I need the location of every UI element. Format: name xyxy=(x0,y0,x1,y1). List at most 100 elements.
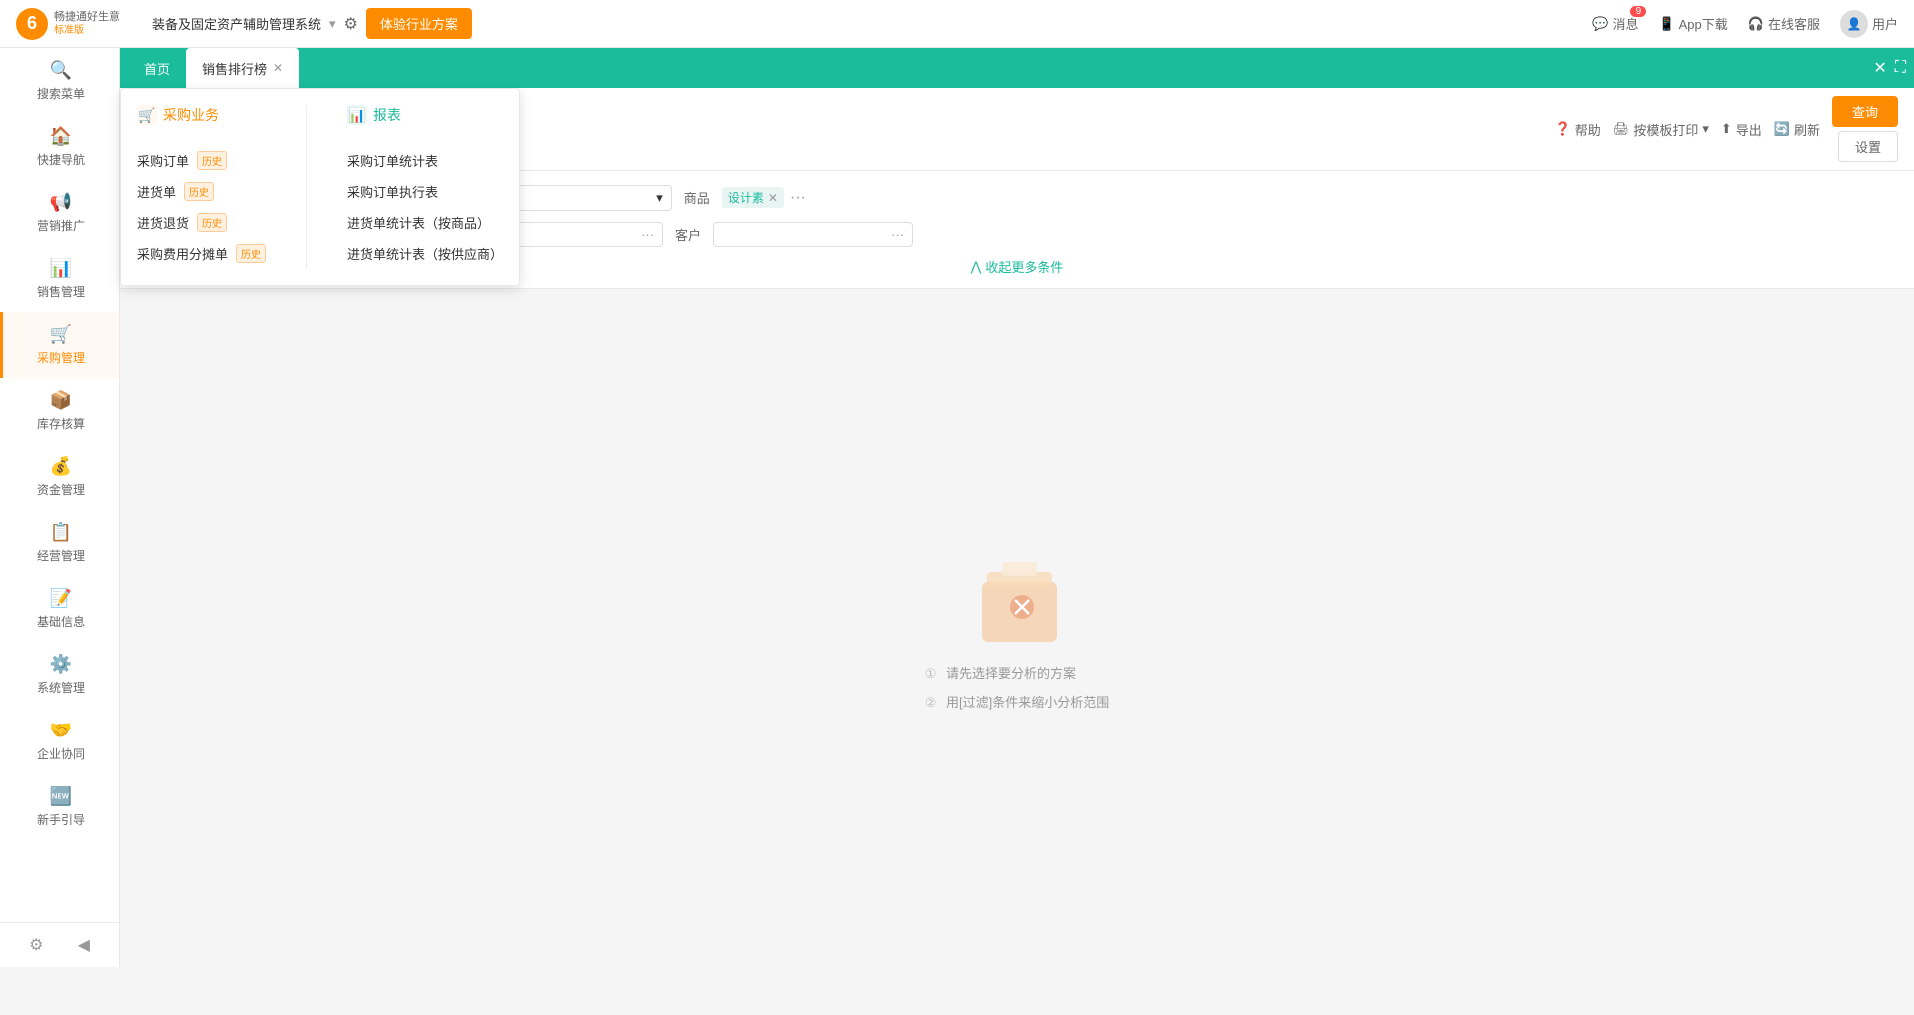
notification-btn[interactable]: 💬 消息 9 xyxy=(1592,14,1638,33)
refresh-btn[interactable]: 🔄 刷新 xyxy=(1774,120,1820,139)
sidebar-item-system[interactable]: ⚙️ 系统管理 xyxy=(0,642,119,708)
customer-more-dots[interactable]: ··· xyxy=(891,227,904,242)
hist-badge-1: 历史 xyxy=(184,182,214,201)
system-title-area: 装备及固定资产辅助管理系统 ▾ ⚙ 体验行业方案 xyxy=(152,8,1592,39)
sidebar-item-sales[interactable]: 📊 销售管理 xyxy=(0,246,119,312)
export-icon: ⬆ xyxy=(1721,121,1732,137)
customer-select[interactable]: ··· xyxy=(713,222,913,247)
sidebar-item-purchase[interactable]: 🛒 采购管理 xyxy=(0,312,119,378)
print-icon: 🖨 xyxy=(1613,121,1630,137)
enterprise-icon: 🤝 xyxy=(50,720,72,741)
purchase-col-title: 🛒 采购业务 xyxy=(137,105,266,133)
dropdown-purchase-order-exec[interactable]: 采购订单执行表 xyxy=(347,176,503,207)
empty-hint-1: ① 请先选择要分析的方案 xyxy=(925,662,1076,685)
gear-button[interactable]: ⚙ xyxy=(344,14,358,34)
dropdown-incoming-stat-goods[interactable]: 进货单统计表（按商品） xyxy=(347,207,503,238)
operations-icon: 📋 xyxy=(50,522,72,543)
user-menu[interactable]: 👤 用户 xyxy=(1840,10,1898,38)
sales-icon: 📊 xyxy=(50,258,72,279)
goods-tag-close[interactable]: ✕ xyxy=(768,191,778,205)
online-service-btn[interactable]: 🎧 在线客服 xyxy=(1748,14,1820,33)
hist-badge-2: 历史 xyxy=(197,213,227,232)
dropdown-purchase-expense[interactable]: 采购费用分摊单 历史 xyxy=(137,238,266,269)
sidebar-item-search[interactable]: 🔍 搜索菜单 xyxy=(0,48,119,114)
sidebar: 🔍 搜索菜单 🏠 快捷导航 📢 营销推广 📊 销售管理 🛒 采购管理 📦 库存核… xyxy=(0,48,120,967)
refresh-icon: 🔄 xyxy=(1774,121,1790,137)
print-dropdown-icon[interactable]: ▾ xyxy=(1702,121,1709,137)
system-icon: ⚙️ xyxy=(50,654,72,675)
sidebar-item-basicinfo[interactable]: 📝 基础信息 xyxy=(0,576,119,642)
sidebar-item-operations[interactable]: 📋 经营管理 xyxy=(0,510,119,576)
sidebar-item-newguide[interactable]: 🆕 新手引导 xyxy=(0,774,119,840)
headset-icon: 🎧 xyxy=(1748,16,1764,32)
logo-text: 畅捷通好生意 标准版 xyxy=(54,10,120,37)
tab-right-btns: ✕ ⛶ xyxy=(1873,58,1906,78)
industry-btn[interactable]: 体验行业方案 xyxy=(366,8,472,39)
purchase-icon: 🛒 xyxy=(50,324,72,345)
notification-icon: 💬 xyxy=(1592,16,1608,32)
purchase-col: 🛒 采购业务 采购订单 历史 进货单 历史 进货退货 历史 采购费用分摊单 历史 xyxy=(137,105,266,269)
empty-svg xyxy=(967,542,1077,652)
goods-more-dots[interactable]: ··· xyxy=(790,189,806,207)
header-right: 💬 消息 9 📱 App下载 🎧 在线客服 👤 用户 xyxy=(1592,10,1898,38)
goods-tag: 设计素 ✕ xyxy=(722,187,784,208)
dropdown-purchase-order-stat[interactable]: 采购订单统计表 xyxy=(347,145,503,176)
logo-icon: 6 xyxy=(16,8,48,40)
dropdown-incoming[interactable]: 进货单 历史 xyxy=(137,176,266,207)
export-btn[interactable]: ⬆ 导出 xyxy=(1721,120,1762,139)
sidebar-item-inventory[interactable]: 📦 库存核算 xyxy=(0,378,119,444)
hist-badge-3: 历史 xyxy=(236,244,266,263)
customer-label: 客户 xyxy=(675,225,701,244)
empty-hint-2: ② 用[过滤]条件来缩小分析范围 xyxy=(925,691,1110,714)
phone-icon: 📱 xyxy=(1658,16,1674,32)
dropdown-incoming-return[interactable]: 进货退货 历史 xyxy=(137,207,266,238)
print-btn[interactable]: 🖨 按模板打印 ▾ xyxy=(1613,120,1709,139)
tab-close-salesrank[interactable]: ✕ xyxy=(273,61,283,75)
query-set-area: 查询 设置 xyxy=(1832,96,1898,162)
collapse-btn[interactable]: ⋀ 收起更多条件 xyxy=(971,257,1064,276)
sidebar-item-finance[interactable]: 💰 资金管理 xyxy=(0,444,119,510)
notification-count: 9 xyxy=(1630,6,1646,17)
report-col-title: 📊 报表 xyxy=(347,105,503,133)
sidebar-bottom: ⚙ ◀ xyxy=(0,922,119,967)
tab-close-btn[interactable]: ✕ xyxy=(1873,58,1886,78)
query-button[interactable]: 查询 xyxy=(1832,96,1898,127)
app-download-btn[interactable]: 📱 App下载 xyxy=(1658,14,1727,33)
basicinfo-icon: 📝 xyxy=(50,588,72,609)
marketing-icon: 📢 xyxy=(50,192,72,213)
help-icon: ❓ xyxy=(1555,121,1571,137)
finance-icon: 💰 xyxy=(50,456,72,477)
salesperson-more-dots[interactable]: ··· xyxy=(641,227,654,242)
purchase-col-icon: 🛒 xyxy=(137,105,157,125)
newguide-icon: 🆕 xyxy=(50,786,72,807)
doc-status-arrow: ▾ xyxy=(656,190,663,206)
tab-expand-btn[interactable]: ⛶ xyxy=(1895,59,1906,77)
system-title-dropdown-arrow[interactable]: ▾ xyxy=(329,16,336,32)
help-btn[interactable]: ❓ 帮助 xyxy=(1555,120,1601,139)
sidebar-item-enterprise[interactable]: 🤝 企业协同 xyxy=(0,708,119,774)
dropdown-incoming-stat-supplier[interactable]: 进货单统计表（按供应商） xyxy=(347,238,503,269)
collapse-icon: ⋀ xyxy=(971,259,982,275)
tab-bar: 首页 销售排行榜 ✕ ✕ ⛶ xyxy=(120,48,1914,88)
inventory-icon: 📦 xyxy=(50,390,72,411)
tab-home[interactable]: 首页 xyxy=(128,48,186,88)
goods-area: 设计素 ✕ ··· xyxy=(722,187,1898,208)
empty-illustration xyxy=(967,542,1067,642)
purchase-dropdown-menu: 🛒 采购业务 采购订单 历史 进货单 历史 进货退货 历史 采购费用分摊单 历史… xyxy=(120,88,520,286)
user-avatar: 👤 xyxy=(1840,10,1868,38)
top-header: 6 畅捷通好生意 标准版 装备及固定资产辅助管理系统 ▾ ⚙ 体验行业方案 💬 … xyxy=(0,0,1914,48)
tab-salesrank[interactable]: 销售排行榜 ✕ xyxy=(186,48,299,88)
home-icon: 🏠 xyxy=(50,126,72,147)
goods-label: 商品 xyxy=(684,188,710,207)
collapse-sidebar-icon[interactable]: ◀ xyxy=(78,935,90,955)
empty-state: ① 请先选择要分析的方案 ② 用[过滤]条件来缩小分析范围 xyxy=(120,289,1914,967)
report-col-icon: 📊 xyxy=(347,105,367,125)
sidebar-item-marketing[interactable]: 📢 营销推广 xyxy=(0,180,119,246)
set-button[interactable]: 设置 xyxy=(1838,131,1898,162)
dropdown-purchase-order[interactable]: 采购订单 历史 xyxy=(137,145,266,176)
system-title: 装备及固定资产辅助管理系统 xyxy=(152,14,321,33)
dropdown-divider xyxy=(306,105,307,269)
sidebar-item-quicknav[interactable]: 🏠 快捷导航 xyxy=(0,114,119,180)
settings-bottom-icon[interactable]: ⚙ xyxy=(29,935,43,955)
search-icon: 🔍 xyxy=(50,60,72,81)
